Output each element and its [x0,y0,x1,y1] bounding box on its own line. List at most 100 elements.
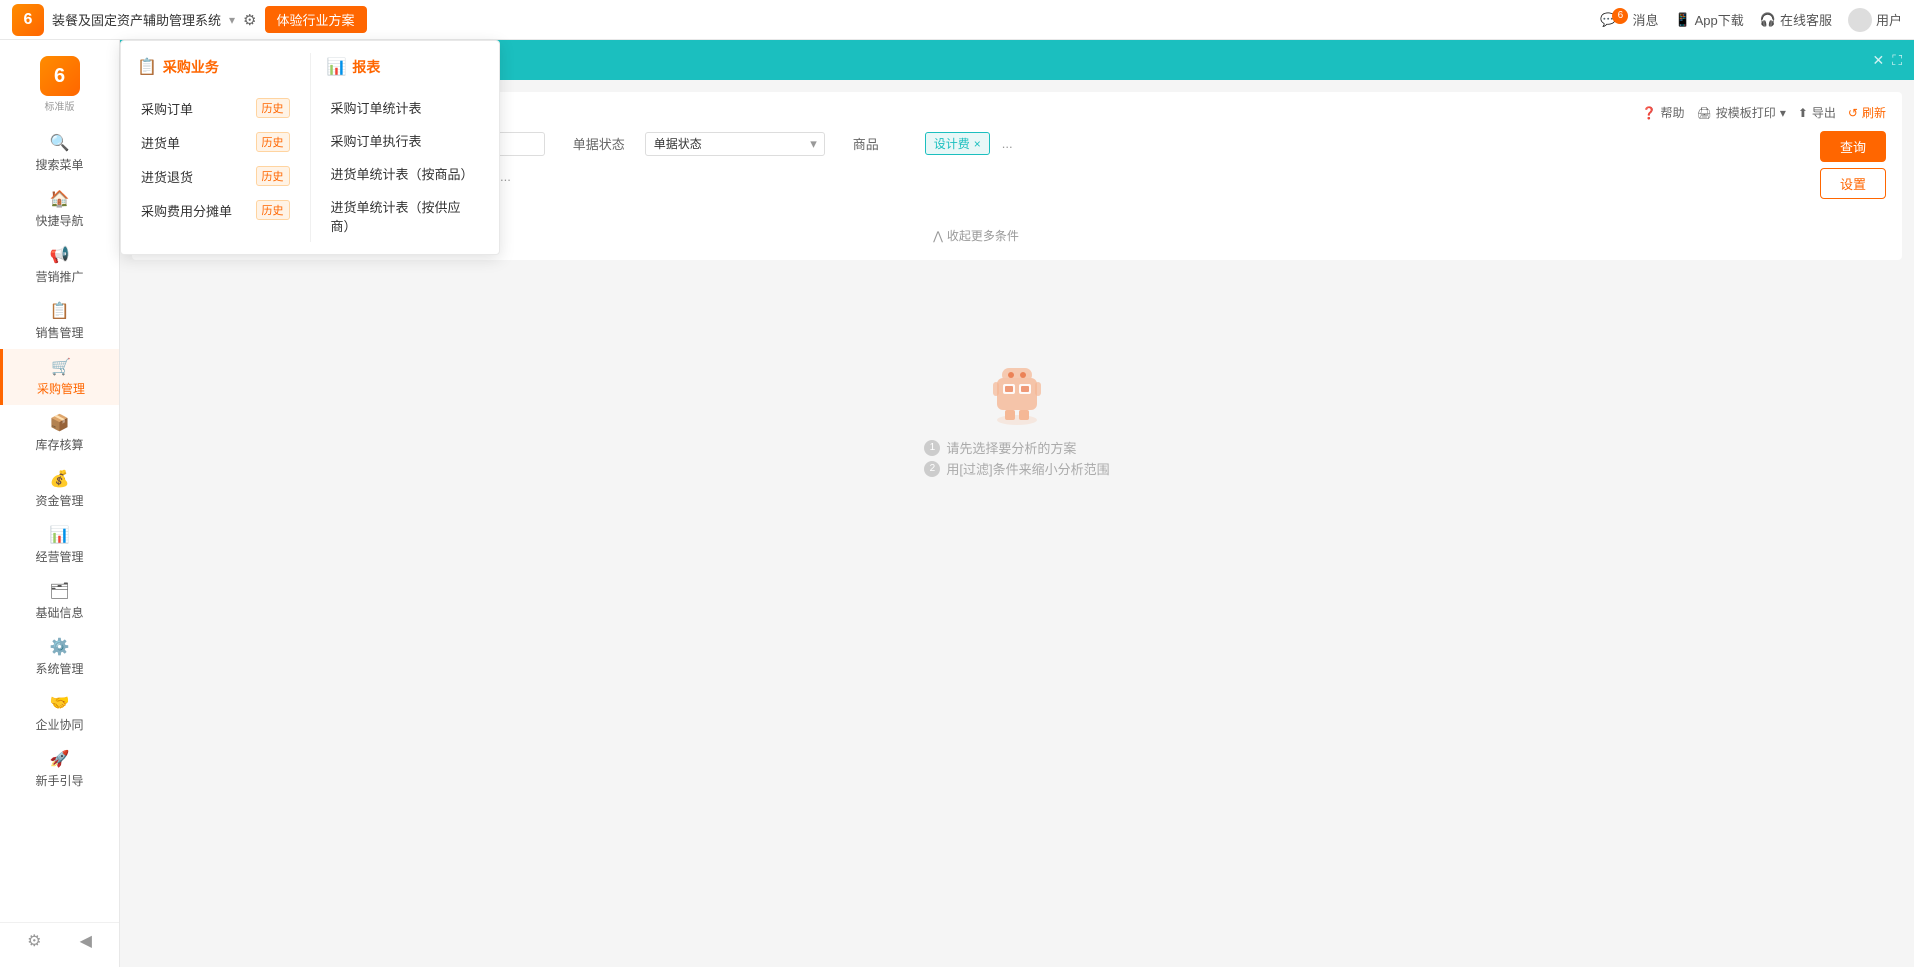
enterprise-icon: 🤝 [50,693,70,713]
stock-in-label: 进货单 [141,133,180,152]
sidebar-item-quick-nav-label: 快捷导航 [35,212,83,229]
logo-area: 6 标准版 [0,48,119,125]
purchase-order-exec-label: 采购订单执行表 [331,131,422,150]
query-btn[interactable]: 查询 [1820,131,1886,162]
dropdown-item-stock-in[interactable]: 进货单 历史 [137,125,294,159]
logo-icon: 6 [40,56,80,96]
purchase-section: 📋 采购业务 采购订单 历史 进货单 历史 进货退货 历史 [121,53,310,242]
sidebar-item-inventory[interactable]: 📦 库存核算 [0,405,119,461]
goods-tag-text: 设计费 [934,135,970,152]
empty-state: 1 请先选择要分析的方案 2 用[过滤]条件来缩小分析范围 [132,268,1902,560]
cart-icon: 🛒 [51,357,71,377]
sidebar-item-finance[interactable]: 💰 资金管理 [0,461,119,517]
goods-dots[interactable]: ... [1002,136,1013,151]
empty-tips: 1 请先选择要分析的方案 2 用[过滤]条件来缩小分析范围 [924,436,1109,480]
purchase-order-stat-label: 采购订单统计表 [331,98,422,117]
goods-tag-close[interactable]: × [974,137,981,151]
report-section-icon: 📊 [327,57,347,77]
refresh-btn[interactable]: ↺ 刷新 [1848,104,1886,121]
tab-bar-right: ✕ ⛶ [1860,52,1914,69]
sidebar-item-sales-label: 销售管理 [35,324,83,341]
sidebar-item-basic[interactable]: 🗂 基础信息 [0,573,119,629]
print-arrow: ▾ [1780,106,1786,120]
topbar-left: 6 装餐及固定资产辅助管理系统 ▾ ⚙ 体验行业方案 [12,4,1600,36]
tab-bar-expand-icon[interactable]: ⛶ [1892,52,1902,69]
content-area: 首页 销售排行榜 × ✕ ⛶ ❓ 帮助 [120,40,1914,967]
dropdown-item-purchase-cost[interactable]: 采购费用分摊单 历史 [137,193,294,227]
sidebar-item-marketing[interactable]: 📢 营销推广 [0,237,119,293]
sidebar-item-sales[interactable]: 📋 销售管理 [0,293,119,349]
sales-icon: 📋 [50,301,70,321]
box-icon: 📦 [50,413,70,433]
user-avatar [1848,8,1872,32]
purchase-section-icon: 📋 [137,57,157,77]
basic-icon: 🗂 [49,581,69,601]
collapse-arrow-icon: ⋀ [933,229,943,243]
report-section: 📊 报表 采购订单统计表 采购订单执行表 进货单统计表（按商品） 进货单统计表（… [310,53,500,242]
system-title: 装餐及固定资产辅助管理系统 [52,10,221,29]
headset-icon: 🎧 [1760,12,1776,28]
dropdown-item-purchase-order-stat[interactable]: 采购订单统计表 [327,91,484,124]
sidebar-item-enterprise[interactable]: 🤝 企业协同 [0,685,119,741]
sidebar-item-system[interactable]: ⚙️ 系统管理 [0,629,119,685]
sidebar-item-newbie[interactable]: 🚀 新手引导 [0,741,119,797]
chart-icon: 📊 [50,525,70,545]
export-icon: ⬆ [1798,106,1808,120]
dropdown-item-purchase-order-exec[interactable]: 采购订单执行表 [327,124,484,157]
guide-icon: 🚀 [50,749,70,769]
purchase-cost-label: 采购费用分摊单 [141,201,232,220]
settings-icon[interactable]: ⚙ [243,11,256,29]
dropdown-item-stockin-by-goods[interactable]: 进货单统计表（按商品） [327,157,484,190]
tab-bar-close-icon[interactable]: ✕ [1872,52,1884,69]
empty-tip-2: 2 用[过滤]条件来缩小分析范围 [924,459,1109,478]
home-icon: 🏠 [50,189,70,209]
search-icon: 🔍 [50,133,70,153]
stockin-by-supplier-label: 进货单统计表（按供应商） [331,197,480,235]
sidebar-item-operation[interactable]: 📊 经营管理 [0,517,119,573]
sidebar-item-enterprise-label: 企业协同 [35,716,83,733]
tip-dot-1: 1 [924,440,940,456]
stock-return-history: 历史 [256,166,290,186]
sidebar-item-quick-nav[interactable]: 🏠 快捷导航 [0,181,119,237]
template-print-btn[interactable]: 🖨 按模板打印 ▾ [1697,104,1786,121]
setting-btn[interactable]: 设置 [1820,168,1886,199]
online-service-btn[interactable]: 🎧 在线客服 [1760,10,1832,29]
empty-tip-1: 1 请先选择要分析的方案 [924,438,1109,457]
stock-in-history: 历史 [256,132,290,152]
app-download-btn[interactable]: 📱 App下载 [1674,10,1743,29]
purchase-order-label: 采购订单 [141,99,193,118]
sidebar-item-search[interactable]: 🔍 搜索菜单 [0,125,119,181]
notification-btn[interactable]: 💬 6 消息 [1600,10,1658,29]
sidebar-bottom: ⚙ ◀ [0,922,119,959]
tip-dot-2: 2 [924,461,940,477]
export-btn[interactable]: ⬆ 导出 [1798,104,1836,121]
salesperson-dots[interactable]: ... [500,169,511,184]
dropdown-item-stockin-by-supplier[interactable]: 进货单统计表（按供应商） [327,190,484,242]
sidebar-item-purchase[interactable]: 🛒 采购管理 [0,349,119,405]
sidebar-item-basic-label: 基础信息 [35,604,83,621]
sidebar-collapse-btn[interactable]: ◀ [80,931,92,951]
dropdown-item-purchase-order[interactable]: 采购订单 历史 [137,91,294,125]
sidebar-item-inventory-label: 库存核算 [35,436,83,453]
purchase-section-title: 📋 采购业务 [137,53,294,87]
sidebar-item-operation-label: 经营管理 [35,548,83,565]
sidebar-item-marketing-label: 营销推广 [35,268,83,285]
sidebar: 6 标准版 🔍 搜索菜单 🏠 快捷导航 📢 营销推广 📋 销售管理 [0,40,120,967]
purchase-cost-history: 历史 [256,200,290,220]
sidebar-item-newbie-label: 新手引导 [35,772,83,789]
megaphone-icon: 📢 [50,245,70,265]
topbar: 6 装餐及固定资产辅助管理系统 ▾ ⚙ 体验行业方案 💬 6 消息 📱 App下… [0,0,1914,40]
voucher-status-select[interactable]: 单据状态 [645,132,825,156]
stockin-by-goods-label: 进货单统计表（按商品） [331,164,474,183]
purchase-order-history: 历史 [256,98,290,118]
help-btn[interactable]: ❓ 帮助 [1642,104,1685,121]
sidebar-item-search-label: 搜索菜单 [35,156,83,173]
stock-return-label: 进货退货 [141,167,193,186]
system-dropdown-arrow[interactable]: ▾ [229,13,235,27]
system-icon: ⚙️ [50,637,70,657]
print-icon: 🖨 [1697,106,1712,120]
industry-btn[interactable]: 体验行业方案 [265,6,367,33]
dropdown-item-stock-return[interactable]: 进货退货 历史 [137,159,294,193]
user-btn[interactable]: 用户 [1848,8,1902,32]
sidebar-settings-btn[interactable]: ⚙ [27,931,41,951]
